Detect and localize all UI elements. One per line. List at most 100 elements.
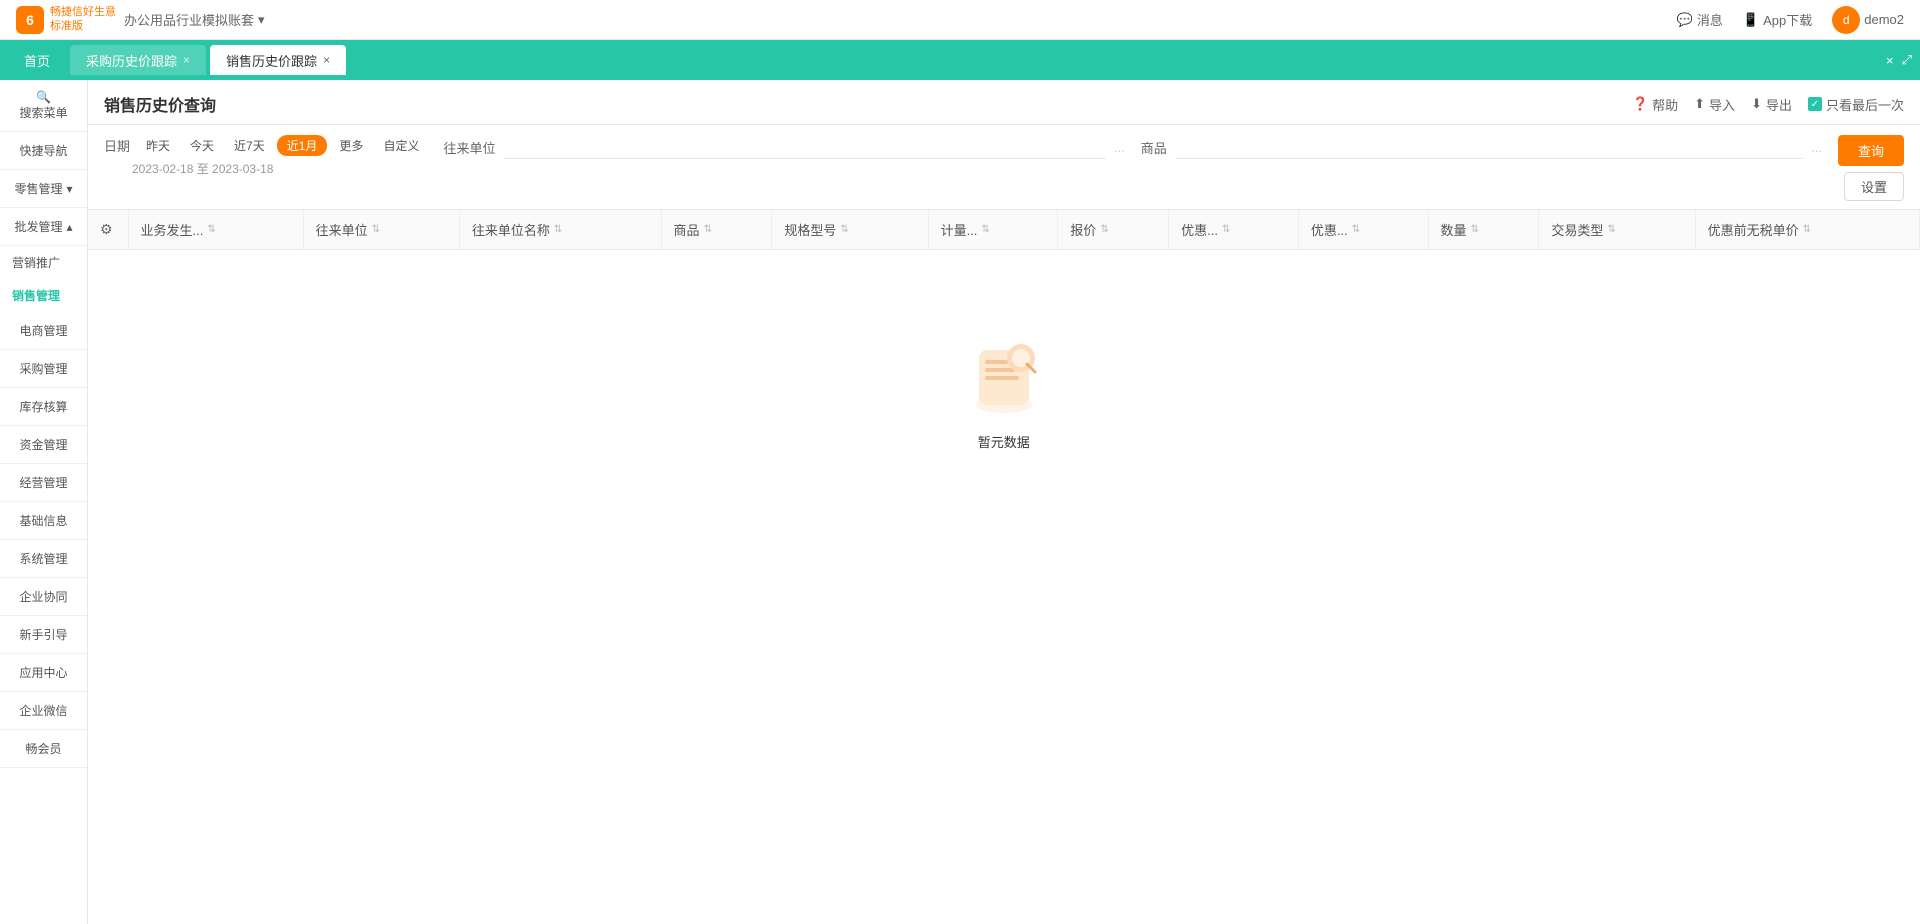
sidebar-item-quicknav[interactable]: 快捷导航 [0, 132, 87, 170]
col-discount2: 优惠... ⇅ [1298, 210, 1428, 250]
sort-icon-discount2[interactable]: ⇅ [1352, 224, 1360, 235]
sort-icon-unit[interactable]: ⇅ [981, 224, 989, 235]
logo-area: 6 畅捷信好生意 标准版 [16, 6, 116, 34]
query-button[interactable]: 查询 [1838, 135, 1904, 166]
sort-icon-discount1[interactable]: ⇅ [1222, 224, 1230, 235]
col-discount1: 优惠... ⇅ [1169, 210, 1299, 250]
empty-state: 暂元数据 [88, 250, 1920, 531]
sidebar-item-ecommerce[interactable]: 电商管理 [0, 312, 87, 350]
sidebar-item-inventory[interactable]: 库存核算 [0, 388, 87, 426]
date-filter-group: 日期 昨天 今天 近7天 近1月 更多 自定义 2023-02-18 至 202… [104, 135, 427, 177]
tab-bar: 首页 采购历史价跟踪 × 销售历史价跟踪 × × ⤢ [0, 40, 1920, 80]
page-title: 销售历史价查询 [104, 92, 216, 116]
top-bar-right: 💬 消息 📱 App下载 d demo2 [1677, 6, 1904, 34]
help-button[interactable]: ❓ 帮助 [1632, 95, 1678, 114]
tab-purchase-history[interactable]: 采购历史价跟踪 × [70, 45, 206, 75]
sort-icon-product[interactable]: ⇅ [704, 224, 712, 235]
col-price-notax: 优惠前无税单价 ⇅ [1695, 210, 1919, 250]
product-input[interactable] [1175, 135, 1803, 159]
export-button[interactable]: ⬇ 导出 [1751, 95, 1792, 114]
partner-input[interactable] [503, 135, 1105, 159]
tab-sales-history[interactable]: 销售历史价跟踪 × [210, 45, 346, 75]
sidebar-item-search[interactable]: 🔍 搜索菜单 [0, 80, 87, 132]
logo-text: 畅捷信好生意 标准版 [50, 6, 116, 32]
tab-close-sales[interactable]: × [323, 53, 330, 67]
chevron-down-icon: ▾ [66, 182, 72, 196]
sort-icon-qty[interactable]: ⇅ [1471, 224, 1479, 235]
sidebar-item-app-center[interactable]: 应用中心 [0, 654, 87, 692]
gear-icon[interactable]: ⚙ [100, 221, 113, 237]
date-1month-btn[interactable]: 近1月 [277, 135, 328, 156]
close-window-icon[interactable]: × [1886, 53, 1894, 68]
table-container: ⚙ 业务发生... ⇅ 往来单位 ⇅ [88, 210, 1920, 924]
sidebar-item-retail[interactable]: 零售管理 ▾ [0, 170, 87, 208]
sidebar-item-vip[interactable]: 畅会员 [0, 730, 87, 768]
sidebar-item-purchase[interactable]: 采购管理 [0, 350, 87, 388]
import-button[interactable]: ⬆ 导入 [1694, 95, 1735, 114]
main-layout: 🔍 搜索菜单 快捷导航 零售管理 ▾ 批发管理 ▴ 营销推广 销售管理 电商管理 [0, 80, 1920, 924]
tab-close-purchase[interactable]: × [183, 53, 190, 67]
industry-selector[interactable]: 办公用品行业模拟账套 ▾ [124, 10, 265, 29]
sidebar-item-wholesale[interactable]: 批发管理 ▴ [0, 208, 87, 246]
sort-icon-price-notax[interactable]: ⇅ [1803, 224, 1811, 235]
sidebar-item-capital[interactable]: 资金管理 [0, 426, 87, 464]
user-profile[interactable]: d demo2 [1832, 6, 1904, 34]
sidebar-item-system[interactable]: 系统管理 [0, 540, 87, 578]
date-buttons: 昨天 今天 近7天 近1月 更多 自定义 [138, 135, 427, 156]
col-quote: 报价 ⇅ [1058, 210, 1169, 250]
page-header-right: ❓ 帮助 ⬆ 导入 ⬇ 导出 ✓ 只看最后一次 [1632, 95, 1904, 114]
sort-icon-quote[interactable]: ⇅ [1100, 224, 1108, 235]
product-label: 商品 [1141, 138, 1167, 157]
logo-icon: 6 [16, 6, 44, 34]
message-icon: 💬 [1677, 12, 1693, 28]
tab-home[interactable]: 首页 [8, 45, 66, 75]
content-area: 销售历史价查询 ❓ 帮助 ⬆ 导入 ⬇ 导出 ✓ 只看最后一次 [88, 80, 1920, 924]
sort-icon-biz-date[interactable]: ⇅ [207, 224, 215, 235]
sort-icon-spec[interactable]: ⇅ [840, 224, 848, 235]
checkbox-icon: ✓ [1808, 97, 1822, 111]
message-button[interactable]: 💬 消息 [1677, 10, 1723, 29]
sidebar-item-basic-info[interactable]: 基础信息 [0, 502, 87, 540]
avatar: d [1832, 6, 1860, 34]
table-header-row: ⚙ 业务发生... ⇅ 往来单位 ⇅ [88, 210, 1920, 250]
date-yesterday-btn[interactable]: 昨天 [138, 135, 178, 156]
filter-area: 日期 昨天 今天 近7天 近1月 更多 自定义 2023-02-18 至 202… [88, 125, 1920, 210]
filter-buttons: 查询 设置 [1838, 135, 1904, 201]
date-custom-btn[interactable]: 自定义 [375, 135, 427, 156]
chevron-up-icon: ▴ [66, 220, 72, 234]
col-biz-date: 业务发生... ⇅ [128, 210, 303, 250]
sidebar-sub-marketing[interactable]: 营销推广 [0, 246, 87, 279]
only-last-checkbox[interactable]: ✓ 只看最后一次 [1808, 95, 1904, 114]
empty-row: 暂元数据 [88, 250, 1920, 532]
sort-icon-partner-code[interactable]: ⇅ [372, 224, 380, 235]
sidebar-sub-sales[interactable]: 销售管理 [0, 279, 87, 312]
col-unit: 计量... ⇅ [928, 210, 1058, 250]
col-gear: ⚙ [88, 210, 128, 250]
product-dots: ... [1811, 140, 1822, 155]
sidebar-item-new-guide[interactable]: 新手引导 [0, 616, 87, 654]
date-label: 日期 [104, 136, 130, 155]
top-bar: 6 畅捷信好生意 标准版 办公用品行业模拟账套 ▾ 💬 消息 📱 App下载 d… [0, 0, 1920, 40]
page-header: 销售历史价查询 ❓ 帮助 ⬆ 导入 ⬇ 导出 ✓ 只看最后一次 [88, 80, 1920, 125]
sidebar-item-operations[interactable]: 经营管理 [0, 464, 87, 502]
top-bar-left: 6 畅捷信好生意 标准版 办公用品行业模拟账套 ▾ [16, 6, 265, 34]
date-7days-btn[interactable]: 近7天 [226, 135, 273, 156]
phone-icon: 📱 [1743, 12, 1759, 28]
col-trade-type: 交易类型 ⇅ [1539, 210, 1695, 250]
app-download-button[interactable]: 📱 App下载 [1743, 10, 1812, 29]
sidebar-item-enterprise-collab[interactable]: 企业协同 [0, 578, 87, 616]
partner-filter-group: 往来单位 ... [443, 135, 1124, 159]
sort-icon-partner-name[interactable]: ⇅ [554, 224, 562, 235]
data-table: ⚙ 业务发生... ⇅ 往来单位 ⇅ [88, 210, 1920, 531]
fullscreen-icon[interactable]: ⤢ [1902, 52, 1912, 68]
date-today-btn[interactable]: 今天 [182, 135, 222, 156]
sidebar-item-enterprise-wechat[interactable]: 企业微信 [0, 692, 87, 730]
sort-icon-trade-type[interactable]: ⇅ [1607, 224, 1615, 235]
setting-button[interactable]: 设置 [1844, 172, 1904, 201]
export-icon: ⬇ [1751, 96, 1762, 112]
date-more-btn[interactable]: 更多 [331, 135, 371, 156]
product-filter-group: 商品 ... [1141, 135, 1822, 159]
help-icon: ❓ [1632, 96, 1648, 112]
date-range-display: 2023-02-18 至 2023-03-18 [104, 160, 427, 177]
search-icon: 🔍 [4, 90, 83, 104]
